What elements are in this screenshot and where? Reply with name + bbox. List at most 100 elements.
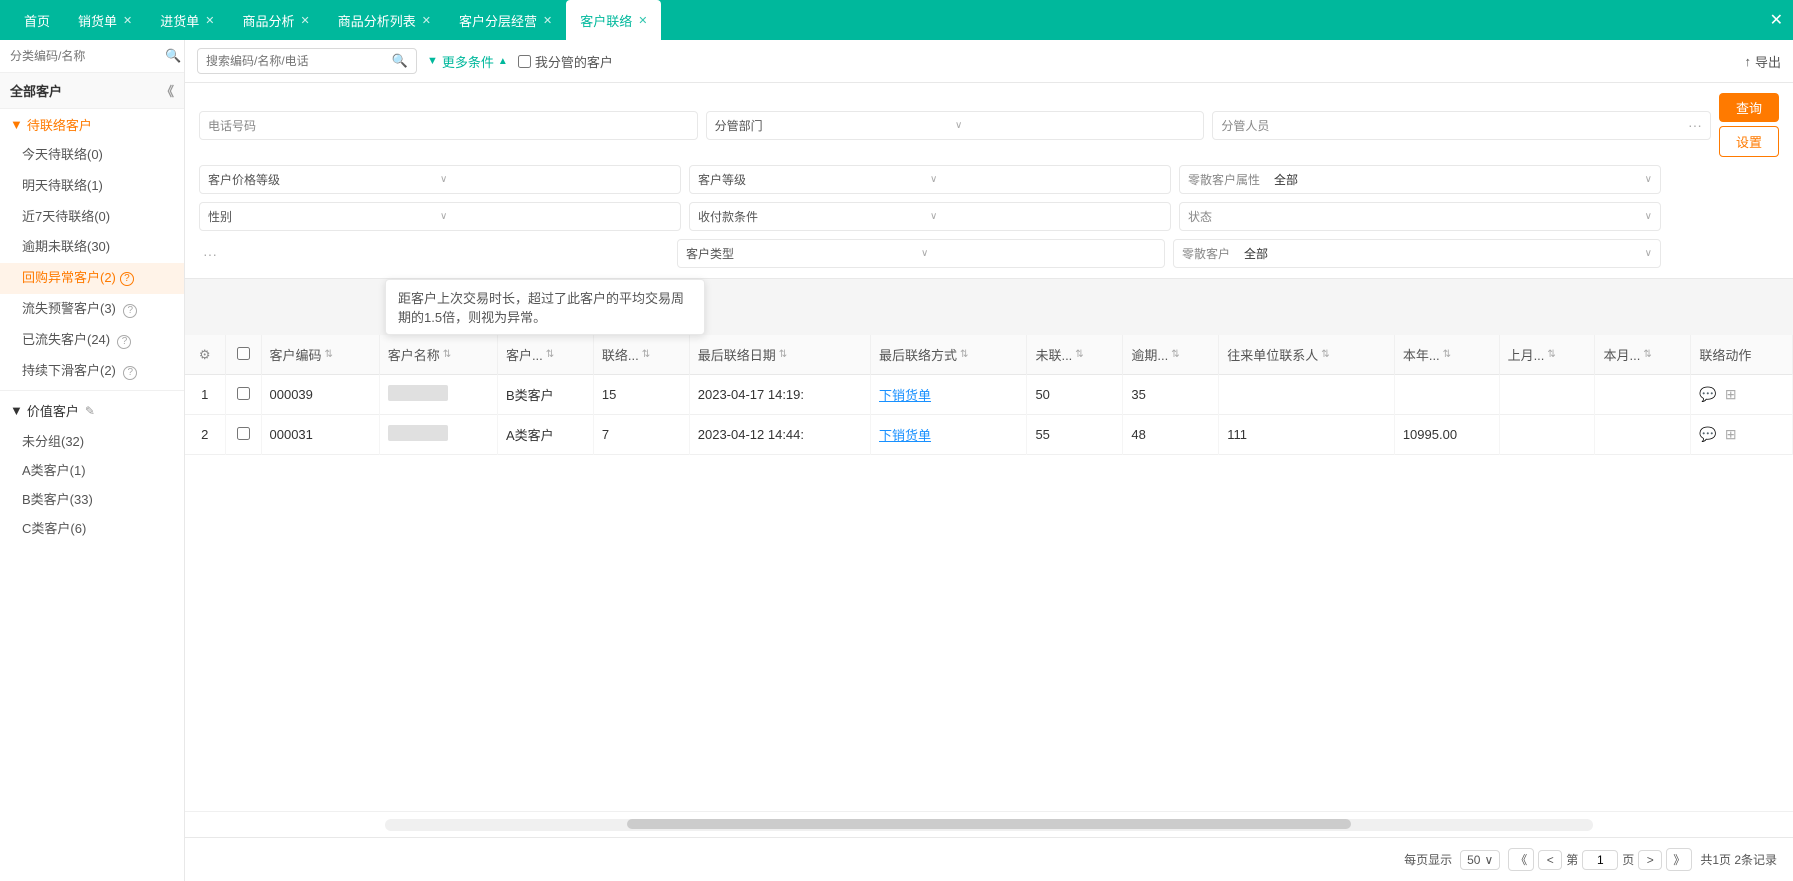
- customer-level-filter[interactable]: 客户等级 ∨: [689, 165, 1171, 194]
- row1-select-checkbox[interactable]: [237, 387, 250, 400]
- row1-grid-icon[interactable]: ⊞: [1725, 386, 1737, 403]
- col-last-month: 上月... ⇅: [1499, 335, 1595, 375]
- status-arrow[interactable]: ∨: [1645, 211, 1652, 222]
- sidebar-item-churn-warn[interactable]: 流失预警客户(3) ?: [0, 294, 184, 325]
- col-settings[interactable]: ⚙: [185, 335, 225, 375]
- col-actions-label: 联络动作: [1699, 348, 1751, 363]
- horizontal-scrollbar-thumb[interactable]: [627, 819, 1352, 829]
- churn-warn-info-icon[interactable]: ?: [123, 304, 137, 318]
- retail-attr-arrow[interactable]: ∨: [1645, 174, 1652, 185]
- col-uncontacted-label: 未联...: [1035, 345, 1072, 364]
- nav-home[interactable]: 首页: [10, 0, 64, 40]
- declining-label: 持续下滑客户(2): [22, 363, 116, 378]
- row4-dots[interactable]: ···: [203, 246, 217, 262]
- sidebar-item-b-class[interactable]: B类客户(33): [0, 484, 184, 513]
- row2-chat-icon[interactable]: 💬: [1699, 426, 1716, 443]
- sidebar-search-icon[interactable]: 🔍: [165, 48, 181, 64]
- last-page-button[interactable]: 》: [1666, 848, 1692, 871]
- row1-last-method: 下销货单: [871, 375, 1027, 415]
- nav-sales-close[interactable]: ✕: [123, 14, 132, 27]
- sidebar-value-section[interactable]: ▼ 价值客户 ✎: [0, 395, 184, 426]
- sidebar-item-declining[interactable]: 持续下滑客户(2) ?: [0, 356, 184, 387]
- churned-label: 已流失客户(24): [22, 332, 110, 347]
- person-dots[interactable]: ···: [1688, 117, 1702, 133]
- payment-terms-arrow: ∨: [930, 211, 1162, 222]
- my-customers-checkbox[interactable]: [518, 55, 531, 68]
- nav-sales[interactable]: 销货单 ✕: [64, 0, 146, 40]
- col-code-sort-icon[interactable]: ⇅: [325, 349, 333, 360]
- payment-terms-label: 收付款条件: [698, 208, 930, 225]
- sidebar-item-7days[interactable]: 近7天待联络(0): [0, 202, 184, 233]
- row2-grid-icon[interactable]: ⊞: [1725, 426, 1737, 443]
- first-page-button[interactable]: 《: [1508, 848, 1534, 871]
- nav-customer-seg-close[interactable]: ✕: [543, 14, 552, 27]
- pending-arrow-icon: ▼: [10, 117, 23, 132]
- nav-purchase-close[interactable]: ✕: [205, 14, 214, 27]
- col-last-month-sort-icon[interactable]: ⇅: [1547, 349, 1555, 360]
- sidebar-item-today[interactable]: 今天待联络(0): [0, 140, 184, 171]
- dept-filter[interactable]: 分管部门 ∨: [706, 111, 1205, 140]
- nav-customer-contact[interactable]: 客户联络 ✕: [566, 0, 661, 40]
- per-page-select[interactable]: 50 ∨: [1460, 850, 1500, 870]
- sidebar-item-c-class[interactable]: C类客户(6): [0, 513, 184, 542]
- sidebar-item-repurchase-anomaly[interactable]: 回购异常客户(2) ?: [0, 263, 184, 294]
- settings-button[interactable]: 设置: [1719, 126, 1779, 157]
- customer-type-filter[interactable]: 客户类型 ∨: [677, 239, 1165, 268]
- col-year-sort-icon[interactable]: ⇅: [1443, 349, 1451, 360]
- churned-info-icon[interactable]: ?: [117, 335, 131, 349]
- nav-purchase[interactable]: 进货单 ✕: [146, 0, 228, 40]
- filter-search-input[interactable]: [206, 54, 392, 68]
- col-this-month-sort-icon[interactable]: ⇅: [1643, 349, 1651, 360]
- col-contacts-sort-icon[interactable]: ⇅: [1321, 349, 1329, 360]
- row2-method-link[interactable]: 下销货单: [879, 428, 931, 443]
- nav-customer-seg[interactable]: 客户分层经营 ✕: [445, 0, 566, 40]
- nav-product-list-close[interactable]: ✕: [422, 14, 431, 27]
- retail-customer-arrow[interactable]: ∨: [1645, 248, 1652, 259]
- nav-customer-contact-close[interactable]: ✕: [638, 14, 647, 27]
- nav-product-list[interactable]: 商品分析列表 ✕: [324, 0, 445, 40]
- sidebar-pending-section[interactable]: ▼ 待联络客户: [0, 109, 184, 140]
- sidebar-item-overdue[interactable]: 逾期未联络(30): [0, 232, 184, 263]
- col-uncontacted-sort-icon[interactable]: ⇅: [1075, 349, 1083, 360]
- declining-info-icon[interactable]: ?: [123, 366, 137, 380]
- col-contact-sort-icon[interactable]: ⇅: [642, 349, 650, 360]
- sidebar-collapse-icon[interactable]: 《: [161, 81, 174, 100]
- sidebar-search-input[interactable]: [10, 49, 165, 63]
- col-type-sort-icon[interactable]: ⇅: [546, 349, 554, 360]
- filter-more-conditions[interactable]: ▼ 更多条件 ▲: [427, 52, 508, 71]
- gender-filter[interactable]: 性别 ∨: [199, 202, 681, 231]
- prev-page-button[interactable]: <: [1538, 850, 1562, 870]
- column-settings-icon[interactable]: ⚙: [199, 347, 211, 362]
- sidebar-item-a-class[interactable]: A类客户(1): [0, 455, 184, 484]
- window-close-button[interactable]: ✕: [1770, 10, 1783, 30]
- sidebar-item-tomorrow[interactable]: 明天待联络(1): [0, 171, 184, 202]
- row2-select-checkbox[interactable]: [237, 427, 250, 440]
- page-number-input[interactable]: [1582, 850, 1618, 870]
- query-button[interactable]: 查询: [1719, 93, 1779, 122]
- value-section-edit-icon[interactable]: ✎: [85, 404, 95, 418]
- row2-year: 10995.00: [1394, 415, 1499, 455]
- horizontal-scrollbar[interactable]: [385, 819, 1593, 831]
- col-name-sort-icon[interactable]: ⇅: [443, 349, 451, 360]
- col-last-method-sort-icon[interactable]: ⇅: [960, 349, 968, 360]
- nav-product-close[interactable]: ✕: [301, 14, 310, 27]
- next-page-button[interactable]: >: [1638, 850, 1662, 870]
- sidebar-item-churned[interactable]: 已流失客户(24) ?: [0, 325, 184, 356]
- sidebar-item-ungrouped[interactable]: 未分组(32): [0, 426, 184, 455]
- repurchase-info-icon[interactable]: ?: [120, 272, 134, 286]
- col-this-month: 本月... ⇅: [1595, 335, 1691, 375]
- select-all-checkbox[interactable]: [237, 347, 250, 360]
- price-level-filter[interactable]: 客户价格等级 ∨: [199, 165, 681, 194]
- row1-name-avatar: [388, 385, 448, 401]
- row1-method-link[interactable]: 下销货单: [879, 388, 931, 403]
- col-last-date-sort-icon[interactable]: ⇅: [779, 349, 787, 360]
- col-last-contact-method: 最后联络方式 ⇅: [871, 335, 1027, 375]
- row1-chat-icon[interactable]: 💬: [1699, 386, 1716, 403]
- filter-search-icon[interactable]: 🔍: [392, 53, 408, 69]
- payment-terms-filter[interactable]: 收付款条件 ∨: [689, 202, 1171, 231]
- nav-home-label: 首页: [24, 11, 50, 30]
- col-overdue-sort-icon[interactable]: ⇅: [1171, 349, 1179, 360]
- nav-product-analysis[interactable]: 商品分析 ✕: [228, 0, 323, 40]
- export-button[interactable]: ↑ 导出: [1744, 52, 1781, 71]
- nav-customer-contact-label: 客户联络: [580, 11, 632, 30]
